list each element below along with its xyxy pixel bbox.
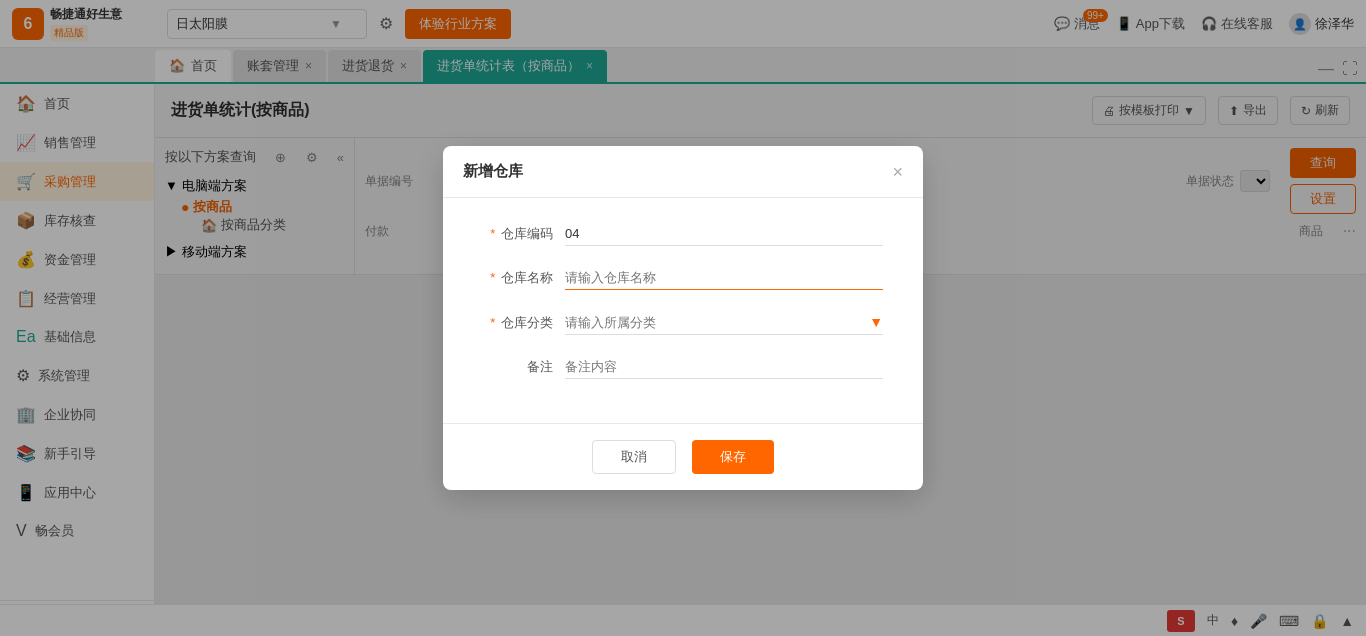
- modal-close-button[interactable]: ×: [892, 163, 903, 181]
- form-row-remark: 备注: [483, 355, 883, 379]
- category-chevron-icon[interactable]: ▼: [869, 314, 883, 330]
- category-select-wrap: ▼: [565, 310, 883, 335]
- category-label: * 仓库分类: [483, 314, 553, 332]
- save-button[interactable]: 保存: [692, 440, 774, 474]
- modal-overlay: 新增仓库 × * 仓库编码 * 仓库名称: [0, 0, 1366, 636]
- new-warehouse-modal: 新增仓库 × * 仓库编码 * 仓库名称: [443, 146, 923, 490]
- cancel-button[interactable]: 取消: [592, 440, 676, 474]
- modal-header: 新增仓库 ×: [443, 146, 923, 198]
- modal-title: 新增仓库: [463, 162, 523, 181]
- form-row-name: * 仓库名称: [483, 266, 883, 290]
- remark-label: 备注: [483, 358, 553, 376]
- warehouse-code-input[interactable]: [565, 222, 883, 246]
- name-label: * 仓库名称: [483, 269, 553, 287]
- form-row-code: * 仓库编码: [483, 222, 883, 246]
- form-row-category: * 仓库分类 ▼: [483, 310, 883, 335]
- remark-input[interactable]: [565, 355, 883, 379]
- modal-body: * 仓库编码 * 仓库名称 * 仓库分类: [443, 198, 923, 423]
- modal-footer: 取消 保存: [443, 423, 923, 490]
- category-input[interactable]: [565, 315, 869, 330]
- code-label: * 仓库编码: [483, 225, 553, 243]
- warehouse-name-input[interactable]: [565, 266, 883, 290]
